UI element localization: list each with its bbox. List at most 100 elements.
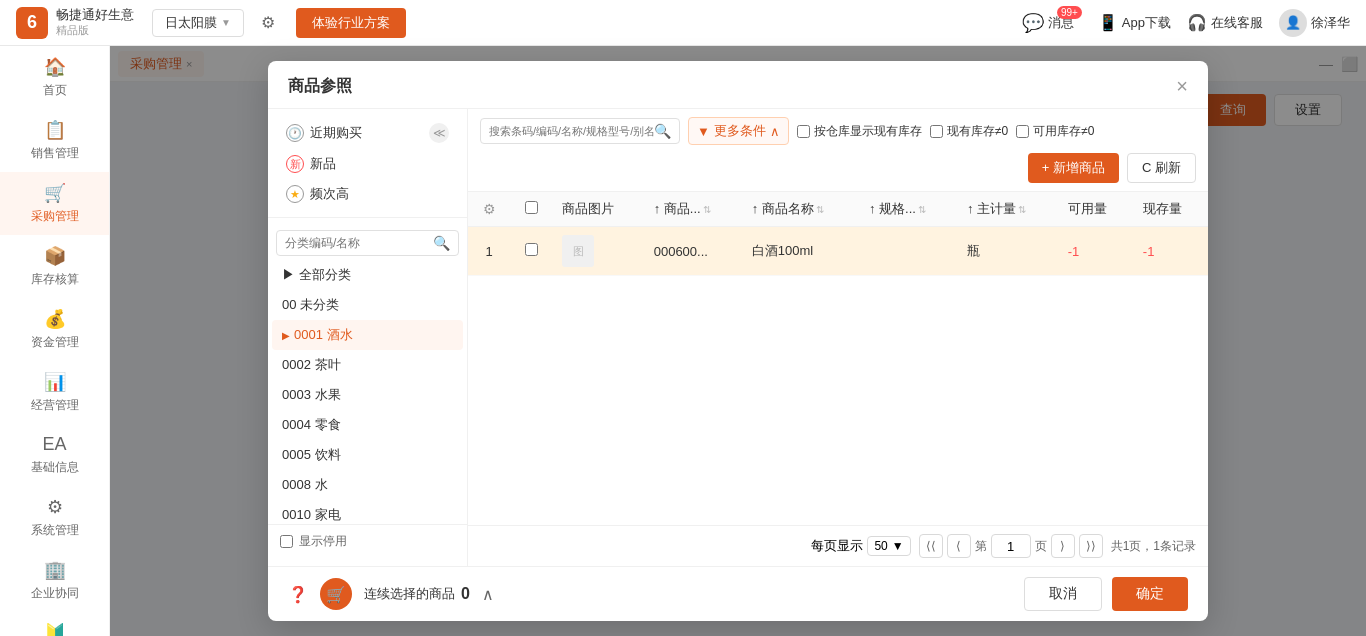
first-page-button[interactable]: ⟨⟨ (919, 534, 943, 558)
divider (268, 217, 467, 218)
help-icon[interactable]: ❓ (288, 585, 308, 604)
prev-page-button[interactable]: ⟨ (947, 534, 971, 558)
col-available: 可用量 (1058, 192, 1133, 227)
col-spec[interactable]: ↑ 规格...⇅ (859, 192, 957, 227)
row-checkbox[interactable] (510, 227, 552, 276)
modal-close-button[interactable]: × (1176, 75, 1188, 98)
avatar: 👤 (1279, 9, 1307, 37)
row-code: 000600... (644, 227, 742, 276)
operation-icon: 📊 (44, 371, 66, 393)
col-name[interactable]: ↑ 商品名称⇅ (742, 192, 859, 227)
product-table: ⚙ 商品图片 ↑ 商品...⇅ ↑ 商品名称⇅ ↑ 规格...⇅ ↑ 主计量⇅ … (468, 192, 1208, 276)
show-disabled-label[interactable]: 显示停用 (299, 533, 347, 550)
sidebar-item-enterprise[interactable]: 🏢 企业协同 (0, 549, 109, 612)
recent-purchase-item[interactable]: 🕐 近期购买 ≪ (276, 117, 459, 149)
refresh-button[interactable]: C 刷新 (1127, 153, 1196, 183)
page-number-input[interactable] (991, 534, 1031, 558)
per-page-dropdown[interactable]: 50 ▼ (867, 536, 910, 556)
confirm-button[interactable]: 确定 (1112, 577, 1188, 611)
product-search-icon[interactable]: 🔍 (654, 123, 671, 139)
cat-0008[interactable]: 0008 水 (272, 470, 463, 500)
gear-button[interactable]: ⚙ (252, 7, 284, 39)
home-icon: 🏠 (44, 56, 66, 78)
sidebar-item-home[interactable]: 🏠 首页 (0, 46, 109, 109)
sidebar-item-guide[interactable]: 🔰 新手引导 (0, 612, 109, 636)
star-icon: ★ (286, 185, 304, 203)
left-panel: 🕐 近期购买 ≪ 新 新品 ★ 频次高 (268, 109, 468, 566)
col-checkbox (510, 192, 552, 227)
cat-0002[interactable]: 0002 茶叶 (272, 350, 463, 380)
next-page-button[interactable]: ⟩ (1051, 534, 1075, 558)
cat-0003[interactable]: 0003 水果 (272, 380, 463, 410)
online-service-button[interactable]: 🎧 在线客服 (1187, 13, 1263, 32)
purchase-icon: 🛒 (44, 182, 66, 204)
more-filter-button[interactable]: ▼ 更多条件 ∧ (688, 117, 789, 145)
collapse-button[interactable]: ≪ (429, 123, 449, 143)
modal-title: 商品参照 (288, 76, 352, 97)
cat-00[interactable]: 00 未分类 (272, 290, 463, 320)
modal-body: 🕐 近期购买 ≪ 新 新品 ★ 频次高 (268, 109, 1208, 566)
cat-0010[interactable]: 0010 家电 (272, 500, 463, 524)
show-disabled-section: 显示停用 (268, 524, 467, 558)
cat-arrow-icon: ▶ (282, 330, 290, 341)
cancel-button[interactable]: 取消 (1024, 577, 1102, 611)
available-nonzero-checkbox-label[interactable]: 可用库存≠0 (1016, 123, 1094, 140)
frequent-item[interactable]: ★ 频次高 (276, 179, 459, 209)
chevron-down-icon: ▼ (221, 17, 231, 28)
last-page-button[interactable]: ⟩⟩ (1079, 534, 1103, 558)
recent-icon: 🕐 (286, 124, 304, 142)
per-page-selector: 每页显示 50 ▼ (811, 536, 910, 556)
sidebar-item-operation[interactable]: 📊 经营管理 (0, 361, 109, 424)
category-search-icon[interactable]: 🔍 (433, 235, 450, 251)
category-search-box: 🔍 (276, 230, 459, 256)
modal-header: 商品参照 × (268, 61, 1208, 109)
sidebar-item-system[interactable]: ⚙ 系统管理 (0, 486, 109, 549)
cat-all[interactable]: ▶ 全部分类 (272, 260, 463, 290)
toolbar-right: + 新增商品 C 刷新 (1028, 153, 1196, 183)
sidebar-item-purchase[interactable]: 🛒 采购管理 (0, 172, 109, 235)
add-product-button[interactable]: + 新增商品 (1028, 153, 1119, 183)
modal-footer: ❓ 🛒 连续选择的商品 0 ∧ 取消 确定 (268, 566, 1208, 621)
show-disabled-checkbox[interactable] (280, 535, 293, 548)
warehouse-display-checkbox-label[interactable]: 按仓库显示现有库存 (797, 123, 922, 140)
modal-overlay: 商品参照 × 🕐 近期购买 ≪ 新 (110, 46, 1366, 636)
app-download-button[interactable]: 📱 App下载 (1098, 13, 1171, 32)
store-selector[interactable]: 日太阳膜 ▼ (152, 9, 244, 37)
chevron-up-icon[interactable]: ∧ (482, 585, 494, 604)
message-button[interactable]: 💬 消息 99+ (1022, 12, 1074, 34)
stock-nonzero-checkbox-label[interactable]: 现有库存≠0 (930, 123, 1008, 140)
product-table-container: ⚙ 商品图片 ↑ 商品...⇅ ↑ 商品名称⇅ ↑ 规格...⇅ ↑ 主计量⇅ … (468, 192, 1208, 525)
table-row[interactable]: 1 图 000600... 白酒100ml 瓶 (468, 227, 1208, 276)
col-gear[interactable]: ⚙ (468, 192, 510, 227)
sidebar-item-stock[interactable]: 📦 库存核算 (0, 235, 109, 298)
select-all-checkbox[interactable] (525, 201, 538, 214)
user-menu[interactable]: 👤 徐泽华 (1279, 9, 1350, 37)
filter-icon: ▼ (697, 124, 710, 139)
cat-0005[interactable]: 0005 饮料 (272, 440, 463, 470)
cat-0004[interactable]: 0004 零食 (272, 410, 463, 440)
product-thumbnail: 图 (562, 235, 594, 267)
cart-icon: 🛒 (320, 578, 352, 610)
sidebar-item-finance[interactable]: 💰 资金管理 (0, 298, 109, 361)
logo-text: 畅捷通好生意 (56, 7, 134, 24)
product-search-input[interactable] (489, 125, 654, 137)
message-badge: 99+ (1057, 6, 1082, 19)
available-nonzero-checkbox[interactable] (1016, 125, 1029, 138)
warehouse-display-checkbox[interactable] (797, 125, 810, 138)
logo-area: 6 畅捷通好生意 精品版 (16, 7, 136, 39)
trial-button[interactable]: 体验行业方案 (296, 8, 406, 38)
new-product-item[interactable]: 新 新品 (276, 149, 459, 179)
row-select-checkbox[interactable] (525, 243, 538, 256)
sidebar-item-basic[interactable]: EA 基础信息 (0, 424, 109, 486)
sidebar-item-sales[interactable]: 📋 销售管理 (0, 109, 109, 172)
cat-0001[interactable]: ▶ 0001 酒水 (272, 320, 463, 350)
finance-icon: 💰 (44, 308, 66, 330)
col-code[interactable]: ↑ 商品...⇅ (644, 192, 742, 227)
pagination: 每页显示 50 ▼ ⟨⟨ ⟨ 第 页 (468, 525, 1208, 566)
selection-count: 0 (461, 585, 470, 603)
stock-nonzero-checkbox[interactable] (930, 125, 943, 138)
col-image: 商品图片 (552, 192, 644, 227)
col-unit[interactable]: ↑ 主计量⇅ (957, 192, 1058, 227)
page-nav: ⟨⟨ ⟨ 第 页 ⟩ ⟩⟩ (919, 534, 1103, 558)
category-search-input[interactable] (285, 236, 433, 250)
